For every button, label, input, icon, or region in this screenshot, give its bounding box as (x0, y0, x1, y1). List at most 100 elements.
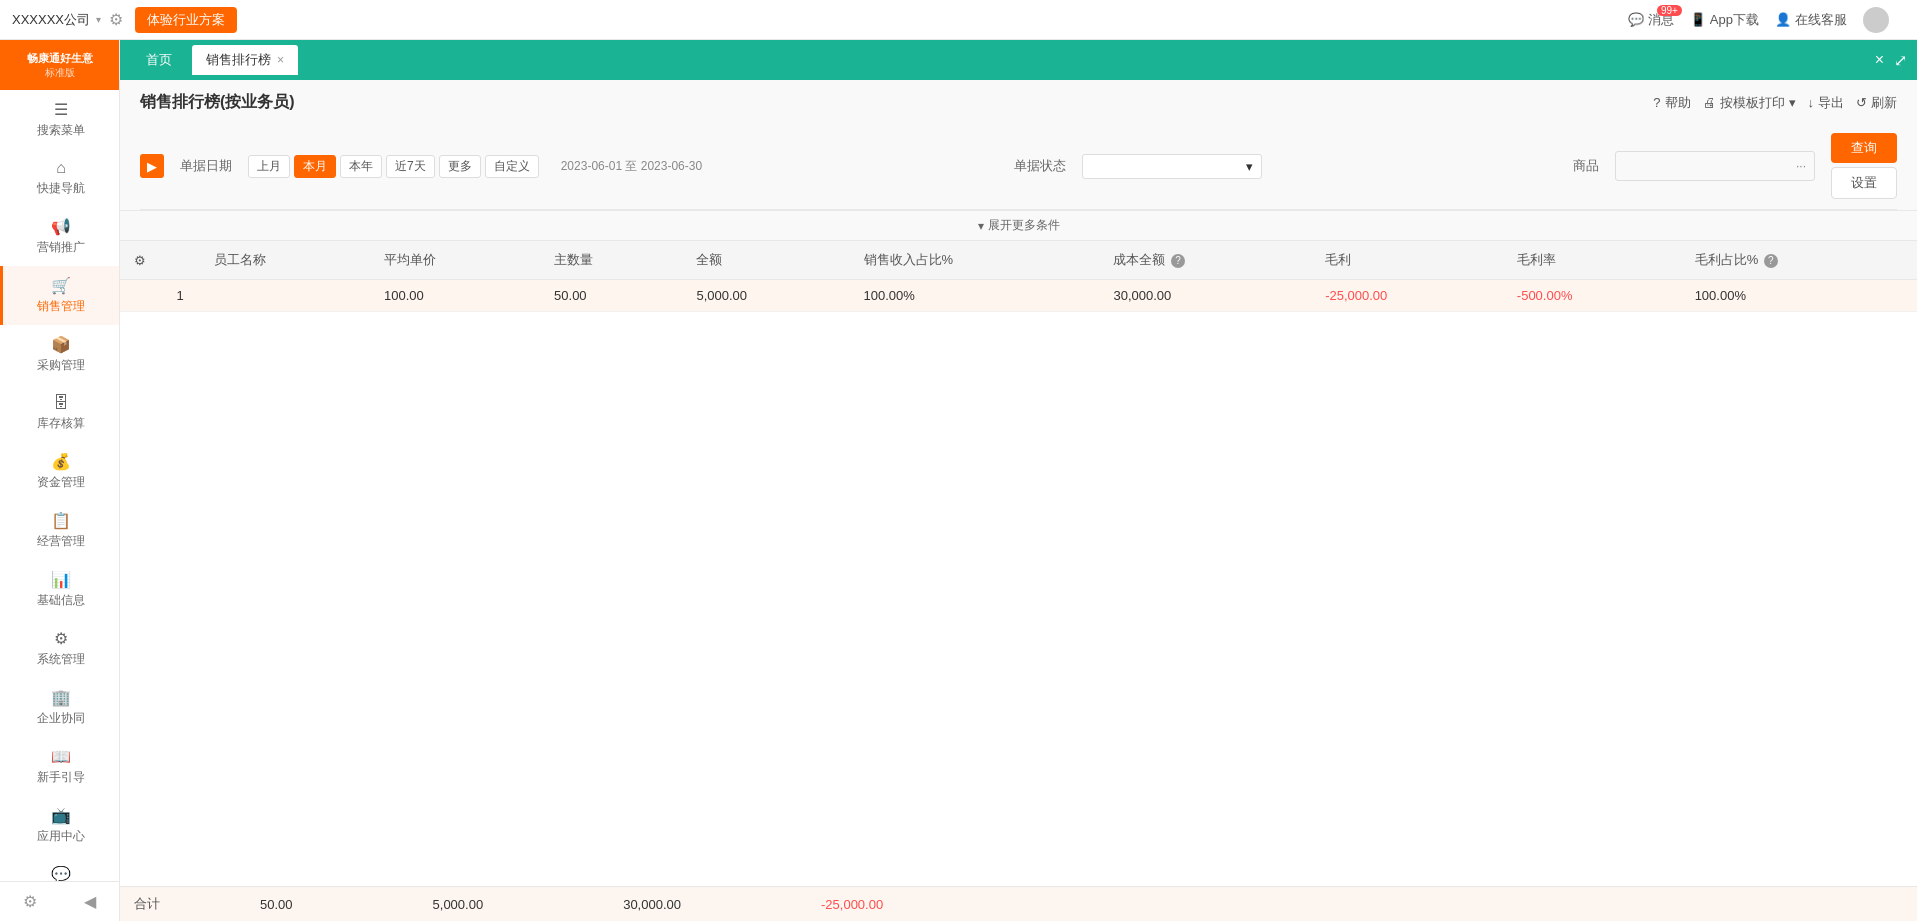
sidebar-item-label: 快捷导航 (37, 180, 85, 197)
sidebar-item-label: 新手引导 (37, 769, 85, 786)
col-amount: 全额 (682, 241, 849, 280)
quick-nav-icon: ⌂ (56, 159, 66, 177)
date-btn-7days[interactable]: 近7天 (386, 155, 435, 178)
tab-sales-ranking[interactable]: 销售排行榜 × (192, 45, 298, 75)
date-btn-last-month[interactable]: 上月 (248, 155, 290, 178)
app-download-button[interactable]: 📱 App下载 (1690, 11, 1759, 29)
sidebar-settings-icon[interactable]: ⚙ (23, 892, 37, 911)
search-order-icon: ☰ (54, 100, 68, 119)
page-header: 销售排行榜(按业务员) ? 帮助 🖨 按模板打印 ▾ ↓ 导出 (120, 80, 1917, 211)
logo-text: 畅康通好生意 (27, 51, 93, 66)
company-chevron: ▾ (96, 14, 101, 25)
sidebar-item-operations[interactable]: 📋 经营管理 (0, 501, 119, 560)
expand-bar: ▾ 展开更多条件 (120, 211, 1917, 241)
sidebar-item-system[interactable]: ⚙ 系统管理 (0, 619, 119, 678)
footer-values: 50.00 5,000.00 30,000.00 -25,000.00 (260, 897, 883, 912)
sidebar-item-quick-nav[interactable]: ⌂ 快捷导航 (0, 149, 119, 207)
footer-label: 合计 (134, 895, 160, 913)
tab-label: 销售排行榜 (206, 51, 271, 69)
tab-home[interactable]: 首页 (130, 45, 188, 75)
operations-icon: 📋 (51, 511, 71, 530)
sidebar-item-basic-info[interactable]: 📊 基础信息 (0, 560, 119, 619)
message-icon: 💬 (1628, 12, 1644, 27)
col-sales-pct: 销售收入占比% (850, 241, 1100, 280)
sidebar-item-label: 资金管理 (37, 474, 85, 491)
status-select[interactable]: ▾ (1082, 154, 1262, 179)
online-service-button[interactable]: 👤 在线客服 (1775, 11, 1847, 29)
settings-icon[interactable]: ⚙ (109, 10, 123, 29)
date-btn-more[interactable]: 更多 (439, 155, 481, 178)
col-gross-margin: 毛利率 (1503, 241, 1681, 280)
message-badge: 99+ (1657, 5, 1682, 16)
sidebar-item-label: 系统管理 (37, 651, 85, 668)
tab-close-icon[interactable]: × (277, 53, 284, 67)
sidebar-item-label: 企业协同 (37, 710, 85, 727)
print-button[interactable]: 🖨 按模板打印 ▾ (1703, 94, 1796, 112)
sidebar-item-label: 采购管理 (37, 357, 85, 374)
query-button[interactable]: 查询 (1831, 133, 1897, 163)
sidebar-item-label: 经营管理 (37, 533, 85, 550)
cost-amount-info-icon[interactable]: ? (1171, 254, 1185, 268)
sidebar-item-enterprise-wechat[interactable]: 💬 企业微信 (0, 855, 119, 881)
enterprise-wechat-icon: 💬 (51, 865, 71, 881)
purchase-icon: 📦 (51, 335, 71, 354)
sidebar: 畅康通好生意 标准版 ☰ 搜索菜单 ⌂ 快捷导航 📢 营销推广 🛒 销售管理 📦 (0, 40, 120, 921)
sidebar-item-marketing[interactable]: 📢 营销推广 (0, 207, 119, 266)
basic-info-icon: 📊 (51, 570, 71, 589)
sidebar-item-new-guide[interactable]: 📖 新手引导 (0, 737, 119, 796)
setting-button[interactable]: 设置 (1831, 167, 1897, 199)
finance-icon: 💰 (51, 452, 71, 471)
tab-expand-icon[interactable]: ⤢ (1894, 51, 1907, 70)
col-cost-amount: 成本全额 ? (1099, 241, 1311, 280)
date-filter-label: 单据日期 (180, 157, 232, 175)
trial-button[interactable]: 体验行业方案 (135, 7, 237, 33)
row-amount: 5,000.00 (682, 280, 849, 312)
row-main-qty: 50.00 (540, 280, 682, 312)
row-name (200, 280, 370, 312)
export-button[interactable]: ↓ 导出 (1808, 94, 1845, 112)
company-selector[interactable]: XXXXXX公司 ▾ (12, 11, 101, 29)
date-btn-custom[interactable]: 自定义 (485, 155, 539, 178)
goods-input[interactable]: ··· (1615, 151, 1815, 181)
row-gross-profit: -25,000.00 (1311, 280, 1503, 312)
refresh-button[interactable]: ↺ 刷新 (1856, 94, 1897, 112)
filter-bar: ▶ 单据日期 上月 本月 本年 近7天 更多 自定义 2023-06-01 至 … (140, 123, 1897, 210)
sidebar-item-inventory[interactable]: 🗄 库存核算 (0, 384, 119, 442)
footer-gross-profit: -25,000.00 (821, 897, 883, 912)
expand-label: 展开更多条件 (988, 217, 1060, 234)
footer-amount: 5,000.00 (433, 897, 484, 912)
filter-collapse-btn[interactable]: ▶ (140, 154, 164, 178)
data-table: ⚙ 员工名称 平均单价 主数量 全额 销售收入占比% 成本全额 ? 毛利 毛利率 (120, 241, 1917, 312)
help-icon: ? (1653, 95, 1660, 110)
col-settings[interactable]: ⚙ (120, 241, 160, 280)
system-icon: ⚙ (54, 629, 68, 648)
date-btn-this-month[interactable]: 本月 (294, 155, 336, 178)
date-btn-this-year[interactable]: 本年 (340, 155, 382, 178)
row-rank: 1 (160, 280, 200, 312)
export-label: 导出 (1818, 94, 1844, 112)
print-label: 按模板打印 (1720, 94, 1785, 112)
sidebar-item-app-center[interactable]: 📺 应用中心 (0, 796, 119, 855)
row-settings-icon (120, 280, 160, 312)
sidebar-item-search-order[interactable]: ☰ 搜索菜单 (0, 90, 119, 149)
sidebar-item-sales[interactable]: 🛒 销售管理 (0, 266, 119, 325)
service-label: 在线客服 (1795, 11, 1847, 29)
filter-row: ▶ 单据日期 上月 本月 本年 近7天 更多 自定义 2023-06-01 至 … (140, 133, 1897, 199)
expand-icon: ▾ (978, 219, 984, 233)
col-avg-price: 平均单价 (370, 241, 540, 280)
expand-more-button[interactable]: ▾ 展开更多条件 (978, 217, 1060, 234)
row-gross-margin: -500.00% (1503, 280, 1681, 312)
gross-pct-info-icon[interactable]: ? (1764, 254, 1778, 268)
sidebar-item-enterprise-collab[interactable]: 🏢 企业协同 (0, 678, 119, 737)
message-button[interactable]: 💬 消息 99+ (1628, 11, 1674, 29)
sidebar-item-finance[interactable]: 💰 资金管理 (0, 442, 119, 501)
help-button[interactable]: ? 帮助 (1653, 94, 1690, 112)
tab-close-window-icon[interactable]: × (1875, 51, 1884, 70)
sidebar-item-label: 营销推广 (37, 239, 85, 256)
content-area: 首页 销售排行榜 × × ⤢ 销售排行榜(按业务员) ? 帮助 (120, 40, 1917, 921)
sidebar-item-purchase[interactable]: 📦 采购管理 (0, 325, 119, 384)
avatar[interactable] (1863, 7, 1889, 33)
goods-more-btn[interactable]: ··· (1796, 159, 1806, 173)
sidebar-collapse-icon[interactable]: ◀ (84, 892, 96, 911)
col-gross-pct: 毛利占比% ? (1681, 241, 1917, 280)
